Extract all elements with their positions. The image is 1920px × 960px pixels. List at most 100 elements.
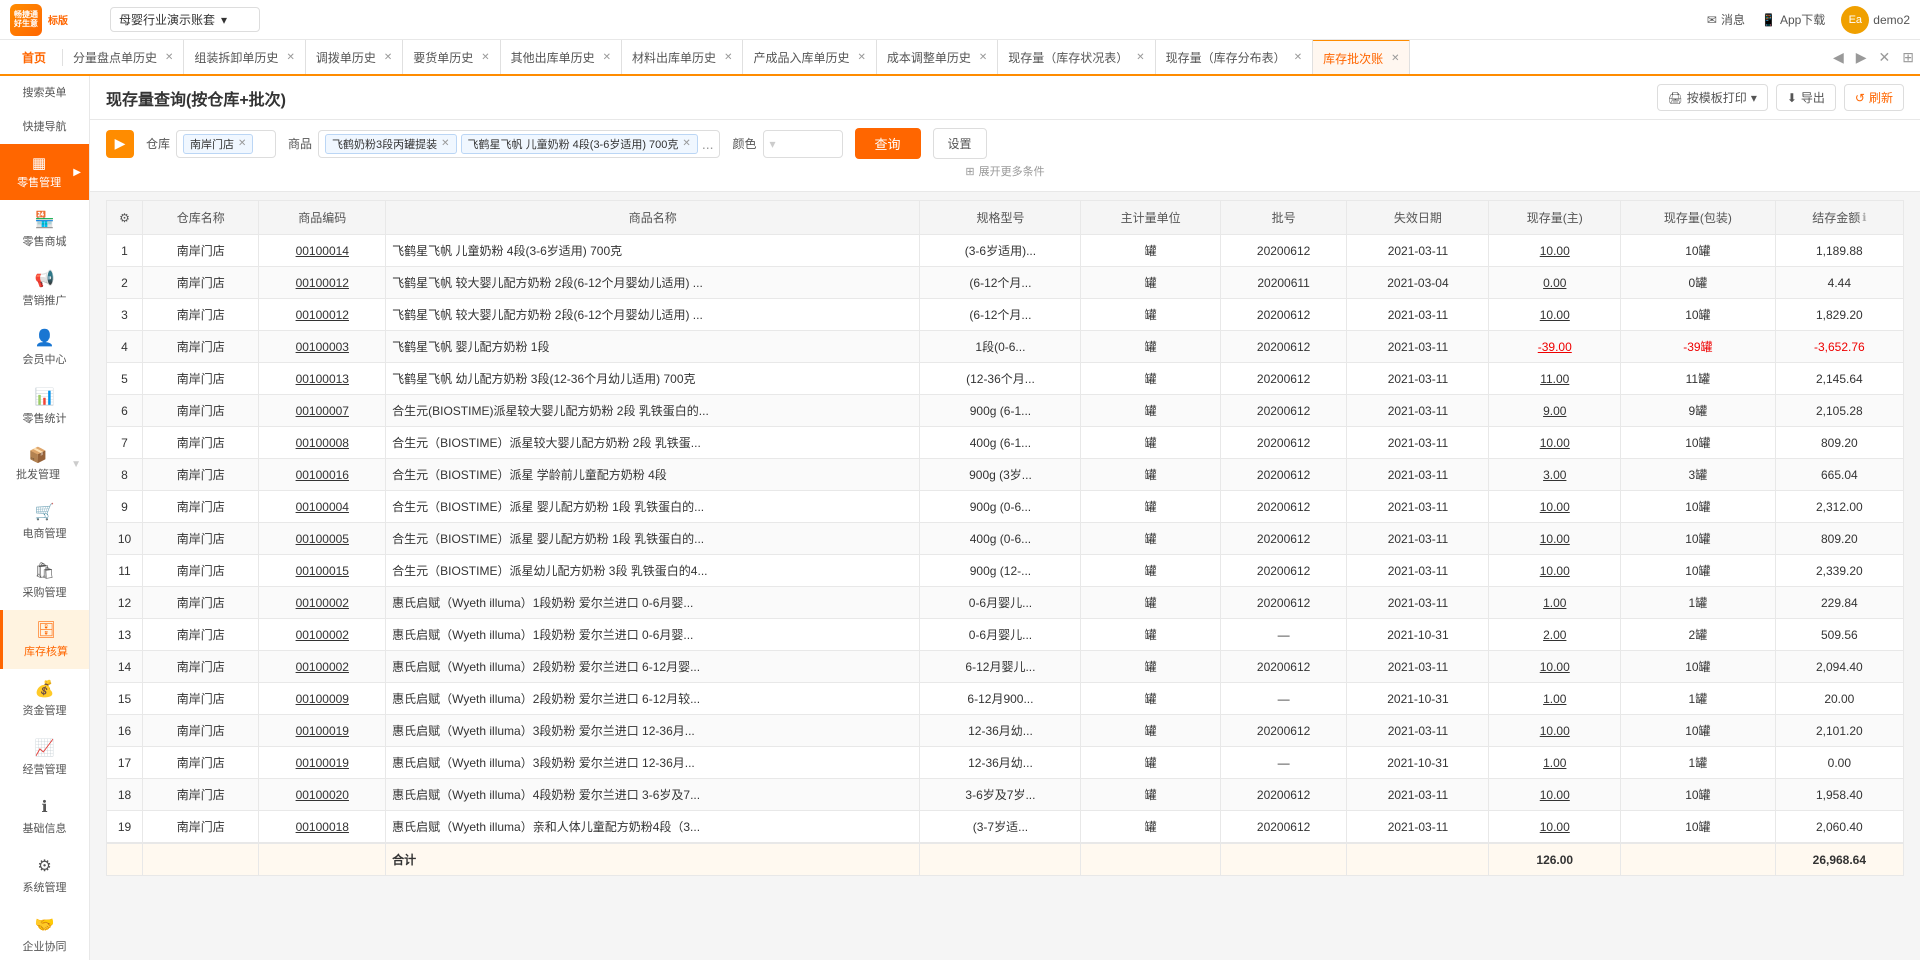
product-tag-1[interactable]: 飞鹤奶粉3段丙罐提装 ✕ <box>325 134 457 154</box>
tab-zuchai[interactable]: 组装拆卸单历史 ✕ <box>184 40 305 75</box>
td-qty-main[interactable]: 10.00 <box>1489 491 1621 523</box>
td-qty-main[interactable]: 10.00 <box>1489 811 1621 844</box>
tab-cailiao-chu[interactable]: 材料出库单历史 ✕ <box>622 40 743 75</box>
td-qty-main[interactable]: 10.00 <box>1489 427 1621 459</box>
query-button[interactable]: 查询 <box>855 128 921 159</box>
th-settings[interactable]: ⚙ <box>107 201 143 235</box>
close-tab-cailiao-chu[interactable]: ✕ <box>724 52 732 63</box>
message-btn[interactable]: ✉ 消息 <box>1707 11 1745 28</box>
color-tags[interactable]: ▾ <box>763 130 843 158</box>
app-download-btn[interactable]: 📱 App下载 <box>1761 11 1825 28</box>
sidebar-item-member[interactable]: 👤 会员中心 <box>0 318 89 377</box>
table-wrapper[interactable]: ⚙ 仓库名称 商品编码 商品名称 规格型号 主计量单位 批号 失效日期 现存量(… <box>90 192 1920 960</box>
td-code[interactable]: 00100015 <box>259 555 386 587</box>
sidebar-item-basics[interactable]: ℹ 基础信息 <box>0 787 89 846</box>
td-qty-main[interactable]: 10.00 <box>1489 299 1621 331</box>
tab-yaohuo[interactable]: 要货单历史 ✕ <box>403 40 500 75</box>
tab-chengben[interactable]: 成本调整单历史 ✕ <box>877 40 998 75</box>
tab-kucun-fen[interactable]: 现存量（库存分布表） ✕ <box>1156 40 1313 75</box>
sidebar-item-marketing[interactable]: 📢 营销推广 <box>0 259 89 318</box>
sidebar-item-wholesale[interactable]: 📦 批发管理 ▼ <box>0 436 89 492</box>
td-qty-main[interactable]: 10.00 <box>1489 715 1621 747</box>
td-code[interactable]: 00100008 <box>259 427 386 459</box>
product-dots[interactable]: ... <box>702 136 714 152</box>
td-qty-main[interactable]: 10.00 <box>1489 523 1621 555</box>
close-product-tag-1[interactable]: ✕ <box>441 138 449 149</box>
refresh-button[interactable]: ↺ 刷新 <box>1844 84 1904 111</box>
close-tab-qita-chu[interactable]: ✕ <box>603 52 611 63</box>
tab-fen-pan[interactable]: 分量盘点单历史 ✕ <box>63 40 184 75</box>
settings-button[interactable]: 设置 <box>933 128 987 159</box>
sidebar-item-retail-shop[interactable]: 🏪 零售商城 <box>0 200 89 259</box>
td-code[interactable]: 00100002 <box>259 619 386 651</box>
close-tab-kucun-fen[interactable]: ✕ <box>1294 52 1302 63</box>
close-tab-pici[interactable]: ✕ <box>1391 53 1399 64</box>
td-qty-main[interactable]: 1.00 <box>1489 683 1621 715</box>
td-code[interactable]: 00100019 <box>259 747 386 779</box>
td-code[interactable]: 00100012 <box>259 267 386 299</box>
filter-expand-arrow[interactable]: ▶ <box>106 130 134 158</box>
close-tab-fen-pan[interactable]: ✕ <box>165 52 173 63</box>
industry-select[interactable]: 母婴行业演示账套 ▾ <box>110 7 260 32</box>
warehouse-tags[interactable]: 南岸门店 ✕ <box>176 130 276 158</box>
sidebar-item-enterprise[interactable]: 🤝 企业协同 <box>0 905 89 960</box>
sidebar-item-retail-stats[interactable]: 📊 零售统计 <box>0 377 89 436</box>
td-qty-main[interactable]: -39.00 <box>1489 331 1621 363</box>
close-tab-kucun-zhuang[interactable]: ✕ <box>1136 52 1144 63</box>
td-code[interactable]: 00100002 <box>259 651 386 683</box>
td-code[interactable]: 00100009 <box>259 683 386 715</box>
tab-qita-chu[interactable]: 其他出库单历史 ✕ <box>501 40 622 75</box>
sidebar-search[interactable]: 搜索英单 <box>0 76 89 108</box>
td-code[interactable]: 00100018 <box>259 811 386 844</box>
td-qty-main[interactable]: 10.00 <box>1489 235 1621 267</box>
close-product-tag-2[interactable]: ✕ <box>682 138 690 149</box>
td-code[interactable]: 00100012 <box>259 299 386 331</box>
tab-chancheng-ru[interactable]: 产成品入库单历史 ✕ <box>743 40 876 75</box>
sidebar-item-purchase[interactable]: 🛍 采购管理 <box>0 551 89 610</box>
tab-menu-btn[interactable]: ⊞ <box>1896 49 1920 66</box>
td-code[interactable]: 00100002 <box>259 587 386 619</box>
td-code[interactable]: 00100013 <box>259 363 386 395</box>
td-qty-main[interactable]: 11.00 <box>1489 363 1621 395</box>
td-code[interactable]: 00100016 <box>259 459 386 491</box>
balance-info-icon[interactable]: ℹ <box>1862 211 1866 224</box>
close-tab-tiaocuo[interactable]: ✕ <box>384 52 392 63</box>
export-button[interactable]: ⬇ 导出 <box>1776 84 1836 111</box>
tab-home[interactable]: 首页 <box>6 49 63 66</box>
td-qty-main[interactable]: 10.00 <box>1489 779 1621 811</box>
close-tab-chancheng-ru[interactable]: ✕ <box>857 52 865 63</box>
sidebar-item-retail-mgmt[interactable]: ▦ 零售管理 ▶ <box>0 144 89 200</box>
td-qty-main[interactable]: 0.00 <box>1489 267 1621 299</box>
tab-pici[interactable]: 库存批次账 ✕ <box>1313 40 1410 75</box>
tab-next-btn[interactable]: ▶ <box>1850 49 1873 66</box>
close-tab-chengben[interactable]: ✕ <box>979 52 987 63</box>
product-tag-2[interactable]: 飞鹤星飞帆 儿童奶粉 4段(3-6岁适用) 700克 ✕ <box>461 134 698 154</box>
td-code[interactable]: 00100014 <box>259 235 386 267</box>
user-avatar[interactable]: Ea demo2 <box>1841 6 1910 34</box>
tab-prev-btn[interactable]: ◀ <box>1827 49 1850 66</box>
template-print-button[interactable]: 🖨 按模板打印 ▾ <box>1657 84 1768 111</box>
td-qty-main[interactable]: 3.00 <box>1489 459 1621 491</box>
td-qty-main[interactable]: 10.00 <box>1489 555 1621 587</box>
td-qty-main[interactable]: 1.00 <box>1489 587 1621 619</box>
sidebar-item-system[interactable]: ⚙ 系统管理 <box>0 846 89 905</box>
td-code[interactable]: 00100004 <box>259 491 386 523</box>
warehouse-tag-nanangan[interactable]: 南岸门店 ✕ <box>183 134 253 154</box>
td-code[interactable]: 00100005 <box>259 523 386 555</box>
expand-conditions-btn[interactable]: ⊞ 展开更多条件 <box>965 163 1044 179</box>
td-qty-main[interactable]: 1.00 <box>1489 747 1621 779</box>
td-qty-main[interactable]: 10.00 <box>1489 651 1621 683</box>
td-qty-main[interactable]: 2.00 <box>1489 619 1621 651</box>
close-tab-zuchai[interactable]: ✕ <box>286 52 294 63</box>
td-qty-main[interactable]: 9.00 <box>1489 395 1621 427</box>
tab-kucun-zhuang[interactable]: 现存量（库存状况表） ✕ <box>998 40 1155 75</box>
td-code[interactable]: 00100019 <box>259 715 386 747</box>
sidebar-item-finance[interactable]: 💰 资金管理 <box>0 669 89 728</box>
product-tags[interactable]: 飞鹤奶粉3段丙罐提装 ✕ 飞鹤星飞帆 儿童奶粉 4段(3-6岁适用) 700克 … <box>318 130 720 158</box>
sidebar-item-ecommerce[interactable]: 🛒 电商管理 <box>0 492 89 551</box>
close-tab-yaohuo[interactable]: ✕ <box>481 52 489 63</box>
tab-close-all-btn[interactable]: ✕ <box>1873 49 1897 66</box>
sidebar-item-inventory[interactable]: 🗄 库存核算 <box>0 610 89 669</box>
sidebar-quick-nav[interactable]: 快捷导航 <box>0 112 89 140</box>
td-code[interactable]: 00100007 <box>259 395 386 427</box>
